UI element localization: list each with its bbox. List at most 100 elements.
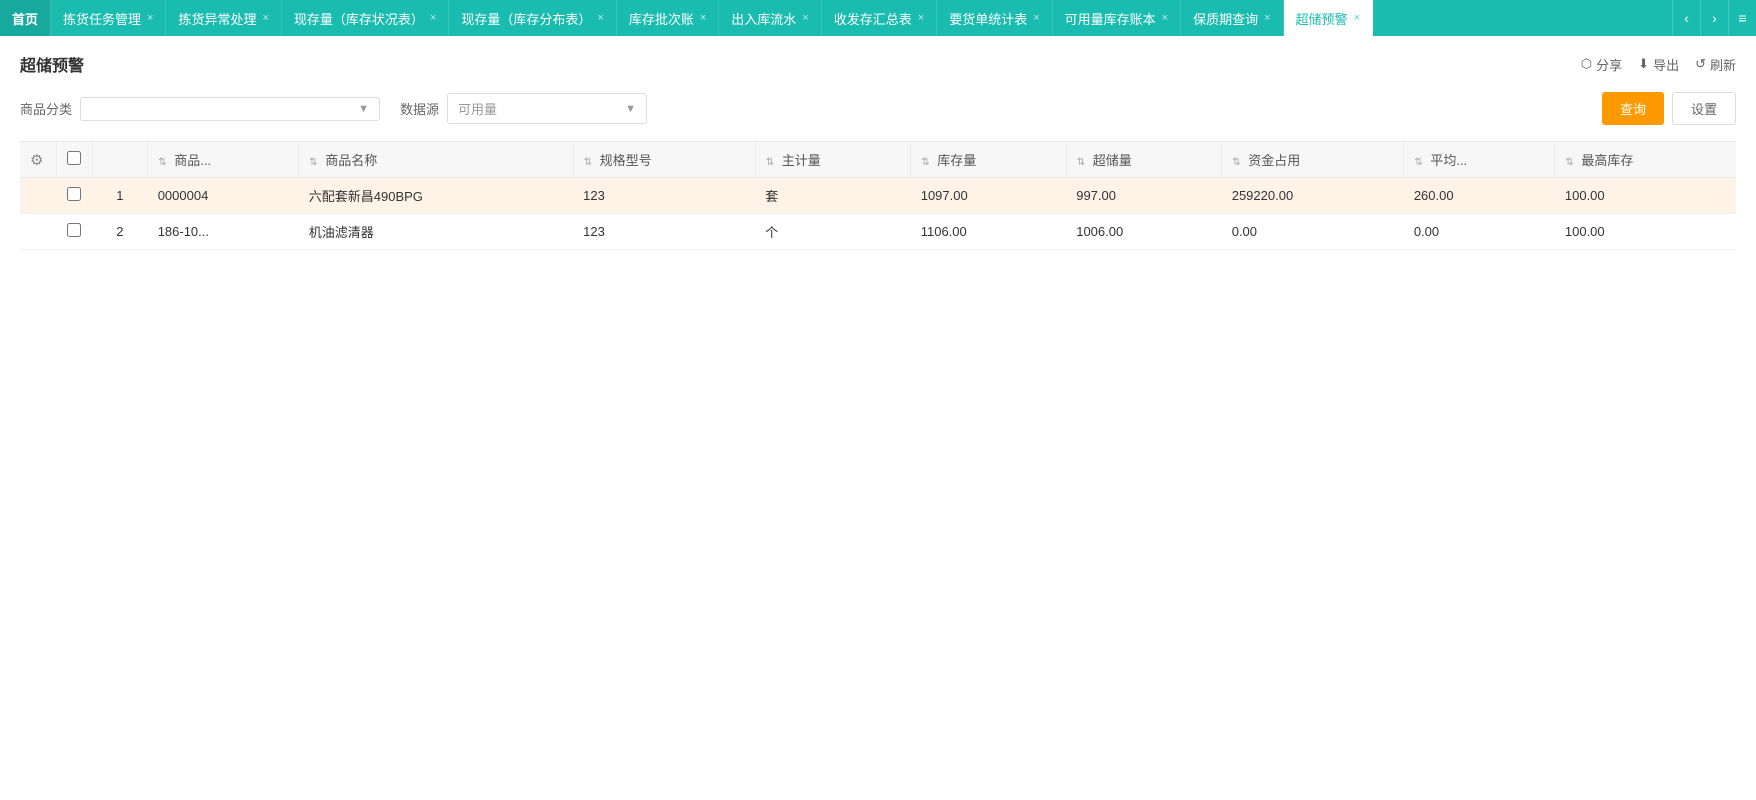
nav-label-quality-check: 保质期查询 xyxy=(1193,9,1258,28)
col-product-name: ⇅ 商品名称 xyxy=(299,142,573,178)
col-stock: ⇅ 库存量 xyxy=(911,142,1067,178)
nav-label-inout-flow: 出入库流水 xyxy=(731,9,796,28)
refresh-label: 刷新 xyxy=(1710,55,1736,74)
select-all-checkbox[interactable] xyxy=(67,151,81,165)
row-unit-0: 套 xyxy=(755,178,911,214)
nav-close-overstock-warn[interactable]: × xyxy=(1354,12,1360,24)
row-max-stock-0: 100.00 xyxy=(1555,178,1736,214)
row-max-stock-1: 100.00 xyxy=(1555,214,1736,250)
nav-item-inout-flow[interactable]: 出入库流水 × xyxy=(719,0,821,36)
nav-item-stock-dist[interactable]: 现存量（库存分布表） × xyxy=(449,0,616,36)
col-avg: ⇅ 平均... xyxy=(1404,142,1555,178)
table-header-row: ⚙ ⇅ 商品... ⇅ 商品名称 ⇅ 规格型号 xyxy=(20,142,1736,178)
category-select[interactable]: ▼ xyxy=(80,97,380,121)
row-num-1: 2 xyxy=(92,214,148,250)
top-nav: 首页 拣货任务管理 × 拣货异常处理 × 现存量（库存状况表） × 现存量（库存… xyxy=(0,0,1756,36)
datasource-filter: 数据源 可用量 ▼ xyxy=(400,93,647,124)
nav-arrows: ‹ › ≡ xyxy=(1672,0,1756,36)
query-button[interactable]: 查询 xyxy=(1602,92,1664,125)
export-button[interactable]: ⬇ 导出 xyxy=(1638,55,1679,74)
datasource-label: 数据源 xyxy=(400,99,439,118)
row-avg-0: 260.00 xyxy=(1404,178,1555,214)
sort-icon-max-stock[interactable]: ⇅ xyxy=(1565,157,1573,168)
nav-prev-icon: ‹ xyxy=(1684,10,1689,26)
nav-item-batch-ledger[interactable]: 库存批次账 × xyxy=(617,0,719,36)
row-num-0: 1 xyxy=(92,178,148,214)
sort-icon-name[interactable]: ⇅ xyxy=(309,157,317,168)
nav-more-icon: ≡ xyxy=(1738,10,1746,26)
datasource-chevron-icon: ▼ xyxy=(625,103,636,115)
nav-close-inout-flow[interactable]: × xyxy=(802,12,808,24)
sort-icon-unit[interactable]: ⇅ xyxy=(766,157,774,168)
col-spec: ⇅ 规格型号 xyxy=(573,142,755,178)
nav-label-stock-status: 现存量（库存状况表） xyxy=(294,9,424,28)
nav-label-overstock-warn: 超储预警 xyxy=(1296,9,1348,28)
nav-item-recv-send[interactable]: 收发存汇总表 × xyxy=(822,0,937,36)
row-checkbox-cell xyxy=(56,178,92,214)
nav-more-btn[interactable]: ≡ xyxy=(1728,0,1756,36)
header-actions: ⬡ 分享 ⬇ 导出 ↺ 刷新 xyxy=(1581,55,1736,74)
row-capital-1: 0.00 xyxy=(1222,214,1404,250)
nav-label-order-stat: 要货单统计表 xyxy=(949,9,1027,28)
nav-close-recv-send[interactable]: × xyxy=(918,12,924,24)
nav-item-overstock-warn[interactable]: 超储预警 × xyxy=(1284,0,1373,36)
sort-icon-overstock[interactable]: ⇅ xyxy=(1077,157,1085,168)
datasource-select[interactable]: 可用量 ▼ xyxy=(447,93,647,124)
nav-close-stock-status[interactable]: × xyxy=(430,12,436,24)
nav-item-abnormal[interactable]: 拣货异常处理 × xyxy=(166,0,281,36)
nav-label-task-mgmt: 拣货任务管理 xyxy=(63,9,141,28)
gear-icon[interactable]: ⚙ xyxy=(30,152,43,169)
row-product-code-1: 186-10... xyxy=(148,214,299,250)
row-stock-0: 1097.00 xyxy=(911,178,1067,214)
col-max-stock: ⇅ 最高库存 xyxy=(1555,142,1736,178)
row-checkbox-0[interactable] xyxy=(67,187,81,201)
nav-next-icon: › xyxy=(1712,10,1717,26)
data-table: ⚙ ⇅ 商品... ⇅ 商品名称 ⇅ 规格型号 xyxy=(20,141,1736,250)
sort-icon-stock[interactable]: ⇅ xyxy=(921,157,929,168)
col-checkbox-header xyxy=(56,142,92,178)
nav-label-home: 首页 xyxy=(12,9,38,28)
nav-item-quality-check[interactable]: 保质期查询 × xyxy=(1181,0,1283,36)
nav-close-order-stat[interactable]: × xyxy=(1033,12,1039,24)
nav-prev-btn[interactable]: ‹ xyxy=(1672,0,1700,36)
nav-label-avail-ledger: 可用量库存账本 xyxy=(1065,9,1156,28)
sort-icon-avg[interactable]: ⇅ xyxy=(1414,157,1422,168)
nav-close-task-mgmt[interactable]: × xyxy=(147,12,153,24)
filter-row: 商品分类 ▼ 数据源 可用量 ▼ 查询 设置 xyxy=(20,92,1736,125)
main-content: 超储预警 ⬡ 分享 ⬇ 导出 ↺ 刷新 商品分类 ▼ 数据源 xyxy=(0,36,1756,800)
nav-item-avail-ledger[interactable]: 可用量库存账本 × xyxy=(1053,0,1181,36)
nav-close-stock-dist[interactable]: × xyxy=(597,12,603,24)
share-icon: ⬡ xyxy=(1581,56,1592,72)
row-capital-0: 259220.00 xyxy=(1222,178,1404,214)
nav-close-avail-ledger[interactable]: × xyxy=(1162,12,1168,24)
sort-icon-code[interactable]: ⇅ xyxy=(158,157,166,168)
category-filter: 商品分类 ▼ xyxy=(20,97,380,121)
nav-close-abnormal[interactable]: × xyxy=(262,12,268,24)
nav-label-stock-dist: 现存量（库存分布表） xyxy=(461,9,591,28)
export-icon: ⬇ xyxy=(1638,56,1649,72)
row-gear xyxy=(20,178,56,214)
sort-icon-spec[interactable]: ⇅ xyxy=(584,157,592,168)
nav-close-batch-ledger[interactable]: × xyxy=(700,12,706,24)
settings-button[interactable]: 设置 xyxy=(1672,92,1736,125)
page-header: 超储预警 ⬡ 分享 ⬇ 导出 ↺ 刷新 xyxy=(20,52,1736,76)
sort-icon-capital[interactable]: ⇅ xyxy=(1232,157,1240,168)
nav-item-order-stat[interactable]: 要货单统计表 × xyxy=(937,0,1052,36)
nav-item-task-mgmt[interactable]: 拣货任务管理 × xyxy=(51,0,166,36)
nav-item-home[interactable]: 首页 xyxy=(0,0,51,36)
category-chevron-icon: ▼ xyxy=(358,103,369,115)
row-checkbox-1[interactable] xyxy=(67,223,81,237)
nav-item-stock-status[interactable]: 现存量（库存状况表） × xyxy=(282,0,449,36)
row-spec-1: 123 xyxy=(573,214,755,250)
category-label: 商品分类 xyxy=(20,99,72,118)
share-button[interactable]: ⬡ 分享 xyxy=(1581,55,1622,74)
export-label: 导出 xyxy=(1653,55,1679,74)
table-body: 1 0000004 六配套新昌490BPG 123 套 1097.00 997.… xyxy=(20,178,1736,250)
refresh-button[interactable]: ↺ 刷新 xyxy=(1695,55,1736,74)
row-product-name-0: 六配套新昌490BPG xyxy=(299,178,573,214)
row-checkbox-cell xyxy=(56,214,92,250)
nav-next-btn[interactable]: › xyxy=(1700,0,1728,36)
nav-label-abnormal: 拣货异常处理 xyxy=(178,9,256,28)
datasource-value: 可用量 xyxy=(458,99,497,118)
nav-close-quality-check[interactable]: × xyxy=(1264,12,1270,24)
